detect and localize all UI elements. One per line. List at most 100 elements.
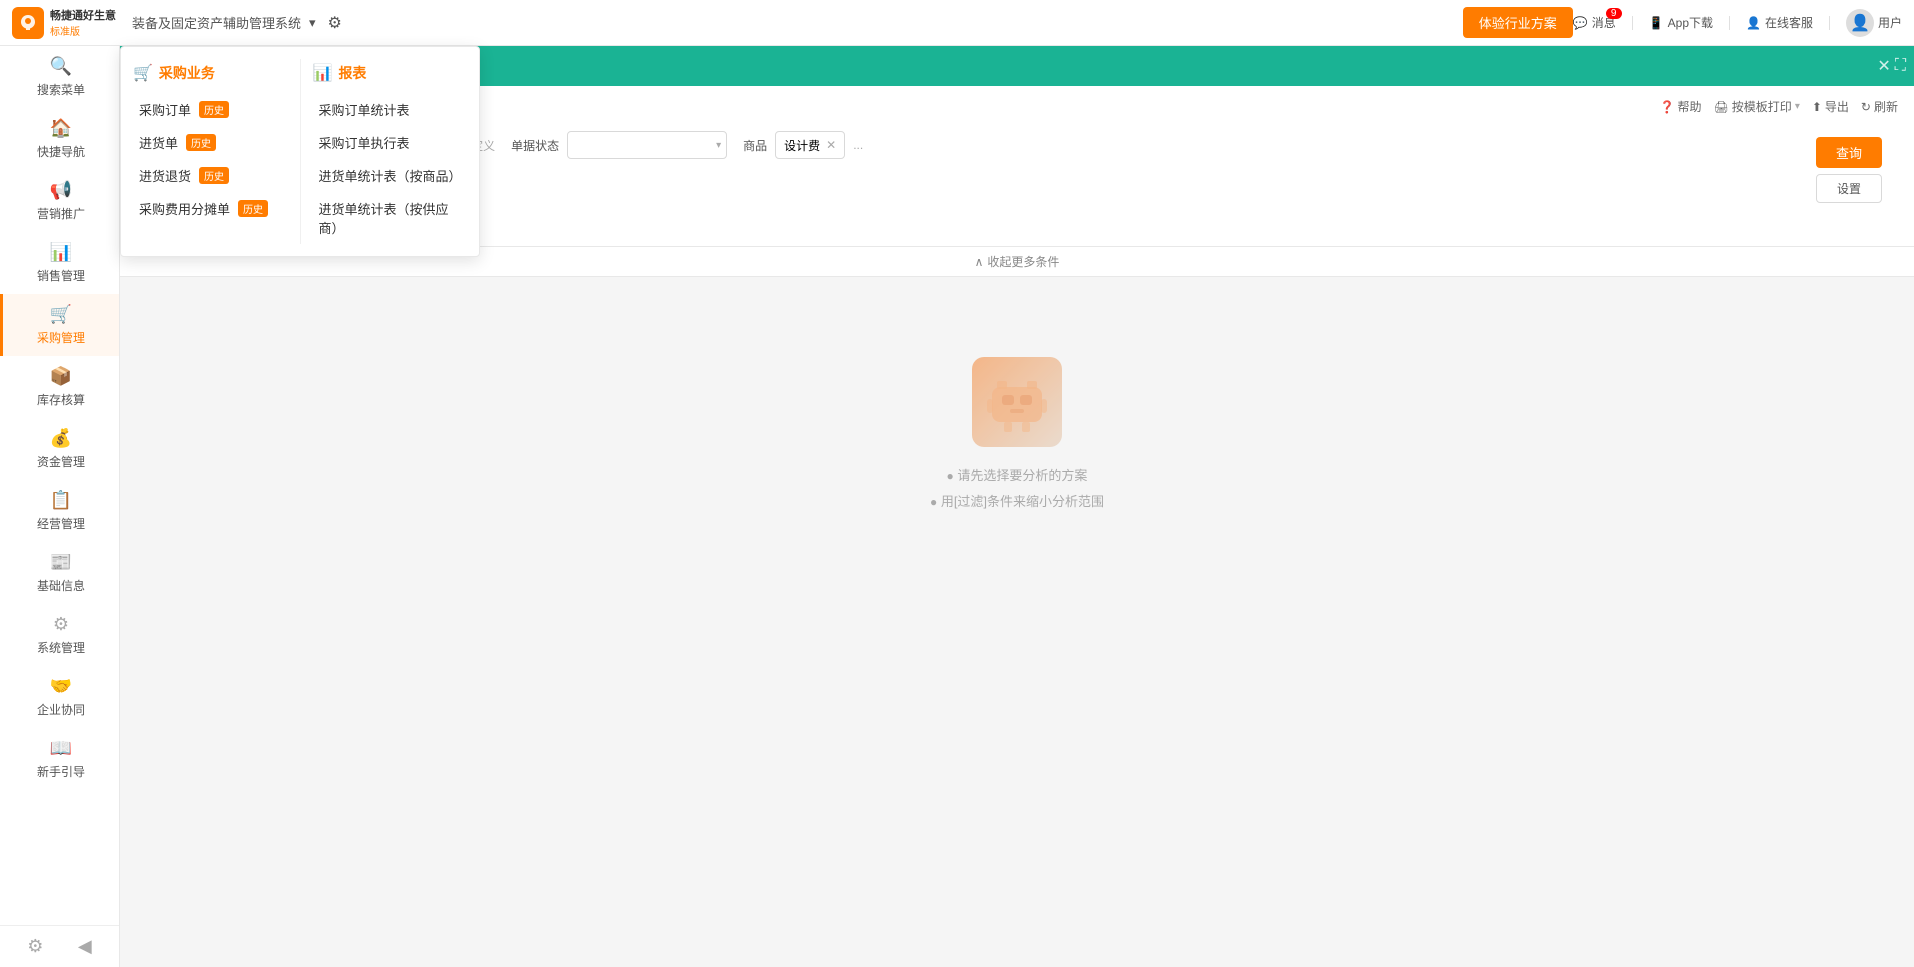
logo-area: 畅捷通好生意 标准版 bbox=[12, 7, 132, 39]
empty-line1: ● 请先选择要分析的方案 bbox=[930, 463, 1104, 489]
settings-btn[interactable]: 设置 bbox=[1816, 174, 1882, 203]
sidebar-label-marketing: 营销推广 bbox=[37, 205, 85, 222]
print-label: 按模板打印 bbox=[1732, 98, 1792, 115]
notification-icon: 💬 bbox=[1573, 16, 1588, 30]
home-icon: 🏠 bbox=[50, 118, 72, 139]
divider2 bbox=[1729, 16, 1730, 30]
export-label: 导出 bbox=[1825, 98, 1849, 115]
app-download-action[interactable]: 📱 App下载 bbox=[1649, 14, 1713, 31]
purchase-biz-label: 采购业务 bbox=[159, 63, 215, 83]
order-status-select[interactable] bbox=[567, 131, 727, 159]
tab-expand-icon[interactable]: ⛶ bbox=[1895, 57, 1906, 75]
refresh-icon: ↻ bbox=[1861, 100, 1871, 114]
sidebar-item-search[interactable]: 🔍 搜索菜单 bbox=[0, 46, 119, 108]
empty-robot-icon bbox=[972, 357, 1062, 447]
sidebar-label-finance: 资金管理 bbox=[37, 453, 85, 470]
sidebar-collapse-icon[interactable]: ◀ bbox=[78, 936, 92, 957]
purchase-dropdown-menu: 🛒 采购业务 采购订单 历史 进货单 历史 进货退货 历史 采购费用分摊单 历史… bbox=[120, 46, 480, 257]
dropdown-item-inbound-stats-goods[interactable]: 进货单统计表（按商品） bbox=[313, 159, 468, 192]
sidebar-label-operations: 经营管理 bbox=[37, 515, 85, 532]
dropdown-item-expense[interactable]: 采购费用分摊单 历史 bbox=[133, 192, 288, 225]
online-service-action[interactable]: 👤 在线客服 bbox=[1746, 14, 1813, 31]
print-icon: 🖨 bbox=[1714, 100, 1729, 114]
empty-text-line1: 请先选择要分析的方案 bbox=[957, 468, 1087, 483]
dropdown-item-purchase-order[interactable]: 采购订单 历史 bbox=[133, 93, 288, 126]
sidebar-item-purchase[interactable]: 🛒 采购管理 bbox=[0, 294, 119, 356]
purchase-icon: 🛒 bbox=[50, 304, 72, 325]
order-status-filter-row: 单据状态 bbox=[511, 131, 727, 159]
app-download-label: App下载 bbox=[1668, 14, 1713, 31]
order-status-label: 单据状态 bbox=[511, 137, 559, 154]
goods-more-btn[interactable]: ... bbox=[853, 138, 863, 152]
inbound-label: 进货单 bbox=[139, 133, 178, 152]
export-icon: ⬆ bbox=[1812, 100, 1822, 114]
sidebar-label-cooperation: 企业协同 bbox=[37, 701, 85, 718]
dropdown-item-return[interactable]: 进货退货 历史 bbox=[133, 159, 288, 192]
expense-label: 采购费用分摊单 bbox=[139, 199, 230, 218]
logo-icon bbox=[12, 7, 44, 39]
print-btn[interactable]: 🖨 按模板打印 ▾ bbox=[1714, 98, 1800, 115]
system-title-area: 装备及固定资产辅助管理系统 ▾ ⚙ bbox=[132, 13, 1463, 33]
sidebar-item-operations[interactable]: 📋 经营管理 bbox=[0, 480, 119, 542]
system-settings-icon[interactable]: ⚙ bbox=[328, 13, 342, 33]
user-action[interactable]: 👤 用户 bbox=[1846, 9, 1902, 37]
sidebar-item-finance[interactable]: 💰 资金管理 bbox=[0, 418, 119, 480]
sidebar-item-basic-info[interactable]: 📰 基础信息 bbox=[0, 542, 119, 604]
system-title-dropdown[interactable]: ▾ bbox=[309, 15, 316, 31]
expense-badge: 历史 bbox=[238, 200, 268, 217]
sidebar-settings-icon[interactable]: ⚙ bbox=[27, 936, 43, 957]
divider1 bbox=[1632, 16, 1633, 30]
refresh-btn[interactable]: ↻ 刷新 bbox=[1861, 98, 1898, 115]
goods-tag-text: 设计费 bbox=[784, 137, 820, 154]
sidebar-item-system[interactable]: ⚙ 系统管理 bbox=[0, 604, 119, 666]
dropdown-col-report: 📊 报表 采购订单统计表 采购订单执行表 进货单统计表（按商品） 进货单统计表（… bbox=[300, 59, 480, 244]
industry-btn[interactable]: 体验行业方案 bbox=[1463, 7, 1573, 38]
purchase-order-exec-label: 采购订单执行表 bbox=[319, 133, 410, 152]
help-btn[interactable]: ❓ 帮助 bbox=[1660, 98, 1702, 115]
dropdown-item-inbound[interactable]: 进货单 历史 bbox=[133, 126, 288, 159]
action-buttons: 查询 设置 bbox=[1816, 125, 1898, 203]
sidebar-item-sales[interactable]: 📊 销售管理 bbox=[0, 232, 119, 294]
goods-filter-row: 商品 设计费 ✕ ... bbox=[743, 131, 863, 159]
report-icon: 📊 bbox=[313, 63, 333, 83]
header-right: 💬 消息 9 📱 App下载 👤 在线客服 👤 用户 bbox=[1573, 9, 1902, 37]
sidebar-label-inventory: 库存核算 bbox=[37, 391, 85, 408]
sidebar-bottom: ⚙ ◀ bbox=[0, 925, 119, 967]
sidebar-item-cooperation[interactable]: 🤝 企业协同 bbox=[0, 666, 119, 728]
basic-info-icon: 📰 bbox=[50, 552, 72, 573]
sales-icon: 📊 bbox=[50, 242, 72, 263]
order-status-select-wrapper bbox=[567, 131, 727, 159]
sidebar-item-marketing[interactable]: 📢 营销推广 bbox=[0, 170, 119, 232]
sidebar-item-inventory[interactable]: 📦 库存核算 bbox=[0, 356, 119, 418]
notification-count: 9 bbox=[1606, 8, 1622, 19]
empty-state: ● 请先选择要分析的方案 ● 用[过滤]条件来缩小分析范围 bbox=[120, 277, 1914, 595]
sidebar: 🔍 搜索菜单 🏠 快捷导航 📢 营销推广 📊 销售管理 🛒 采购管理 📦 库存核… bbox=[0, 46, 120, 967]
notification-action[interactable]: 💬 消息 9 bbox=[1573, 14, 1616, 31]
query-btn[interactable]: 查询 bbox=[1816, 137, 1882, 168]
guide-icon: 📖 bbox=[50, 738, 72, 759]
dropdown-col-report-header: 📊 报表 bbox=[313, 59, 468, 93]
dropdown-col-purchase-header: 🛒 采购业务 bbox=[133, 59, 288, 93]
goods-tag-close[interactable]: ✕ bbox=[826, 138, 836, 152]
help-icon: ❓ bbox=[1660, 100, 1675, 114]
sidebar-item-quick-nav[interactable]: 🏠 快捷导航 bbox=[0, 108, 119, 170]
system-icon: ⚙ bbox=[53, 614, 69, 635]
return-label: 进货退货 bbox=[139, 166, 191, 185]
report-label: 报表 bbox=[338, 63, 366, 83]
logo-text-block: 畅捷通好生意 标准版 bbox=[50, 7, 116, 38]
dropdown-item-purchase-order-exec[interactable]: 采购订单执行表 bbox=[313, 126, 468, 159]
goods-label: 商品 bbox=[743, 137, 767, 154]
tab-window-close-icon[interactable]: ✕ bbox=[1877, 56, 1890, 76]
sidebar-label-search: 搜索菜单 bbox=[37, 81, 85, 98]
dropdown-item-inbound-stats-supplier[interactable]: 进货单统计表（按供应商） bbox=[313, 192, 468, 244]
dropdown-col-purchase: 🛒 采购业务 采购订单 历史 进货单 历史 进货退货 历史 采购费用分摊单 历史 bbox=[121, 59, 300, 244]
empty-text: ● 请先选择要分析的方案 ● 用[过滤]条件来缩小分析范围 bbox=[930, 463, 1104, 515]
sidebar-label-guide: 新手引导 bbox=[37, 763, 85, 780]
logo-badge: 标准版 bbox=[50, 23, 116, 38]
export-btn[interactable]: ⬆ 导出 bbox=[1812, 98, 1849, 115]
sidebar-item-guide[interactable]: 📖 新手引导 bbox=[0, 728, 119, 790]
sidebar-label-purchase: 采购管理 bbox=[37, 329, 85, 346]
dropdown-item-purchase-order-stats[interactable]: 采购订单统计表 bbox=[313, 93, 468, 126]
service-icon: 👤 bbox=[1746, 16, 1761, 30]
purchase-order-label: 采购订单 bbox=[139, 100, 191, 119]
